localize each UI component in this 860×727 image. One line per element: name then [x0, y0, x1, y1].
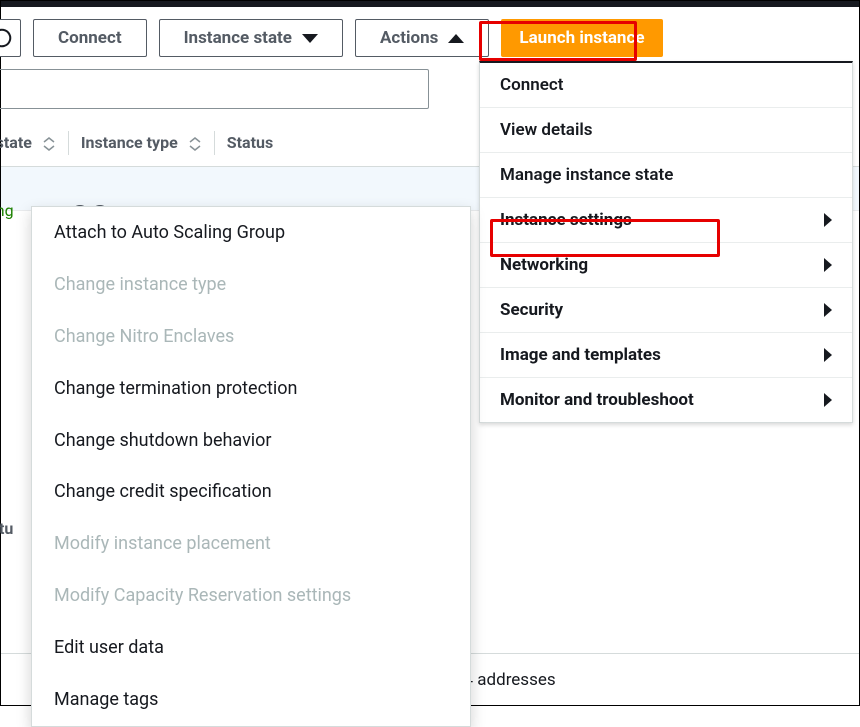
actions-button[interactable]: Actions: [355, 19, 489, 57]
submenu-item-label: Edit user data: [54, 637, 164, 658]
sm-modify-capacity: Modify Capacity Reservation settings: [32, 570, 470, 622]
menu-item-label: Image and templates: [500, 345, 661, 365]
menu-view-details[interactable]: View details: [480, 108, 852, 153]
actions-menu: Connect View details Manage instance sta…: [479, 61, 853, 423]
chevron-right-icon: [824, 348, 832, 362]
sm-change-termination[interactable]: Change termination protection: [32, 363, 470, 415]
sort-icon[interactable]: [42, 137, 56, 151]
search-input[interactable]: [0, 69, 429, 109]
connect-button[interactable]: Connect: [33, 19, 147, 57]
state-running: ning: [0, 201, 14, 220]
menu-security[interactable]: Security: [480, 288, 852, 333]
sm-change-instance-type: Change instance type: [32, 259, 470, 311]
submenu-item-label: Change credit specification: [54, 481, 272, 502]
col-state[interactable]: e state: [0, 133, 32, 152]
chevron-right-icon: [824, 393, 832, 407]
col-status[interactable]: Status: [227, 133, 273, 152]
menu-item-label: Manage instance state: [500, 165, 673, 185]
toolbar: Connect Instance state Actions Launch in…: [1, 7, 859, 69]
menu-item-label: Instance settings: [500, 210, 632, 230]
instance-state-button[interactable]: Instance state: [159, 19, 343, 57]
sm-attach-asg[interactable]: Attach to Auto Scaling Group: [32, 207, 470, 259]
submenu-item-label: Change termination protection: [54, 378, 297, 399]
instance-settings-submenu: Attach to Auto Scaling Group Change inst…: [31, 206, 471, 727]
chevron-right-icon: [824, 258, 832, 272]
refresh-icon: [0, 27, 13, 49]
sm-edit-user-data[interactable]: Edit user data: [32, 622, 470, 674]
chevron-up-icon: [448, 34, 464, 43]
menu-instance-settings[interactable]: Instance settings: [480, 198, 852, 243]
submenu-item-label: Manage tags: [54, 689, 158, 710]
menu-image-templates[interactable]: Image and templates: [480, 333, 852, 378]
sm-change-shutdown[interactable]: Change shutdown behavior: [32, 415, 470, 467]
menu-item-label: Connect: [500, 75, 563, 95]
connect-label: Connect: [58, 28, 122, 48]
menu-item-label: Networking: [500, 255, 588, 275]
launch-label: Launch instance: [519, 28, 644, 48]
chevron-down-icon: [302, 34, 318, 43]
sm-modify-placement: Modify instance placement: [32, 518, 470, 570]
menu-connect[interactable]: Connect: [480, 63, 852, 108]
menu-monitor[interactable]: Monitor and troubleshoot: [480, 378, 852, 422]
sm-change-nitro: Change Nitro Enclaves: [32, 311, 470, 363]
refresh-button[interactable]: [0, 19, 21, 57]
sm-change-credit[interactable]: Change credit specification: [32, 466, 470, 518]
submenu-item-label: Change Nitro Enclaves: [54, 326, 234, 347]
actions-label: Actions: [380, 28, 438, 48]
submenu-item-label: Change instance type: [54, 274, 226, 295]
chevron-right-icon: [824, 213, 832, 227]
menu-manage-state[interactable]: Manage instance state: [480, 153, 852, 198]
submenu-item-label: Attach to Auto Scaling Group: [54, 222, 285, 243]
submenu-item-label: Change shutdown behavior: [54, 430, 272, 451]
chevron-right-icon: [824, 303, 832, 317]
partial-label: tu: [0, 519, 13, 538]
col-type[interactable]: Instance type: [81, 133, 178, 152]
menu-networking[interactable]: Networking: [480, 243, 852, 288]
menu-item-label: Security: [500, 300, 563, 320]
sort-icon[interactable]: [188, 137, 202, 151]
submenu-item-label: Modify Capacity Reservation settings: [54, 585, 351, 606]
menu-item-label: View details: [500, 120, 593, 140]
launch-instances-button[interactable]: Launch instance: [501, 19, 662, 57]
sm-manage-tags[interactable]: Manage tags: [32, 674, 470, 726]
instance-state-label: Instance state: [184, 28, 292, 48]
submenu-item-label: Modify instance placement: [54, 533, 271, 554]
menu-item-label: Monitor and troubleshoot: [500, 390, 694, 410]
